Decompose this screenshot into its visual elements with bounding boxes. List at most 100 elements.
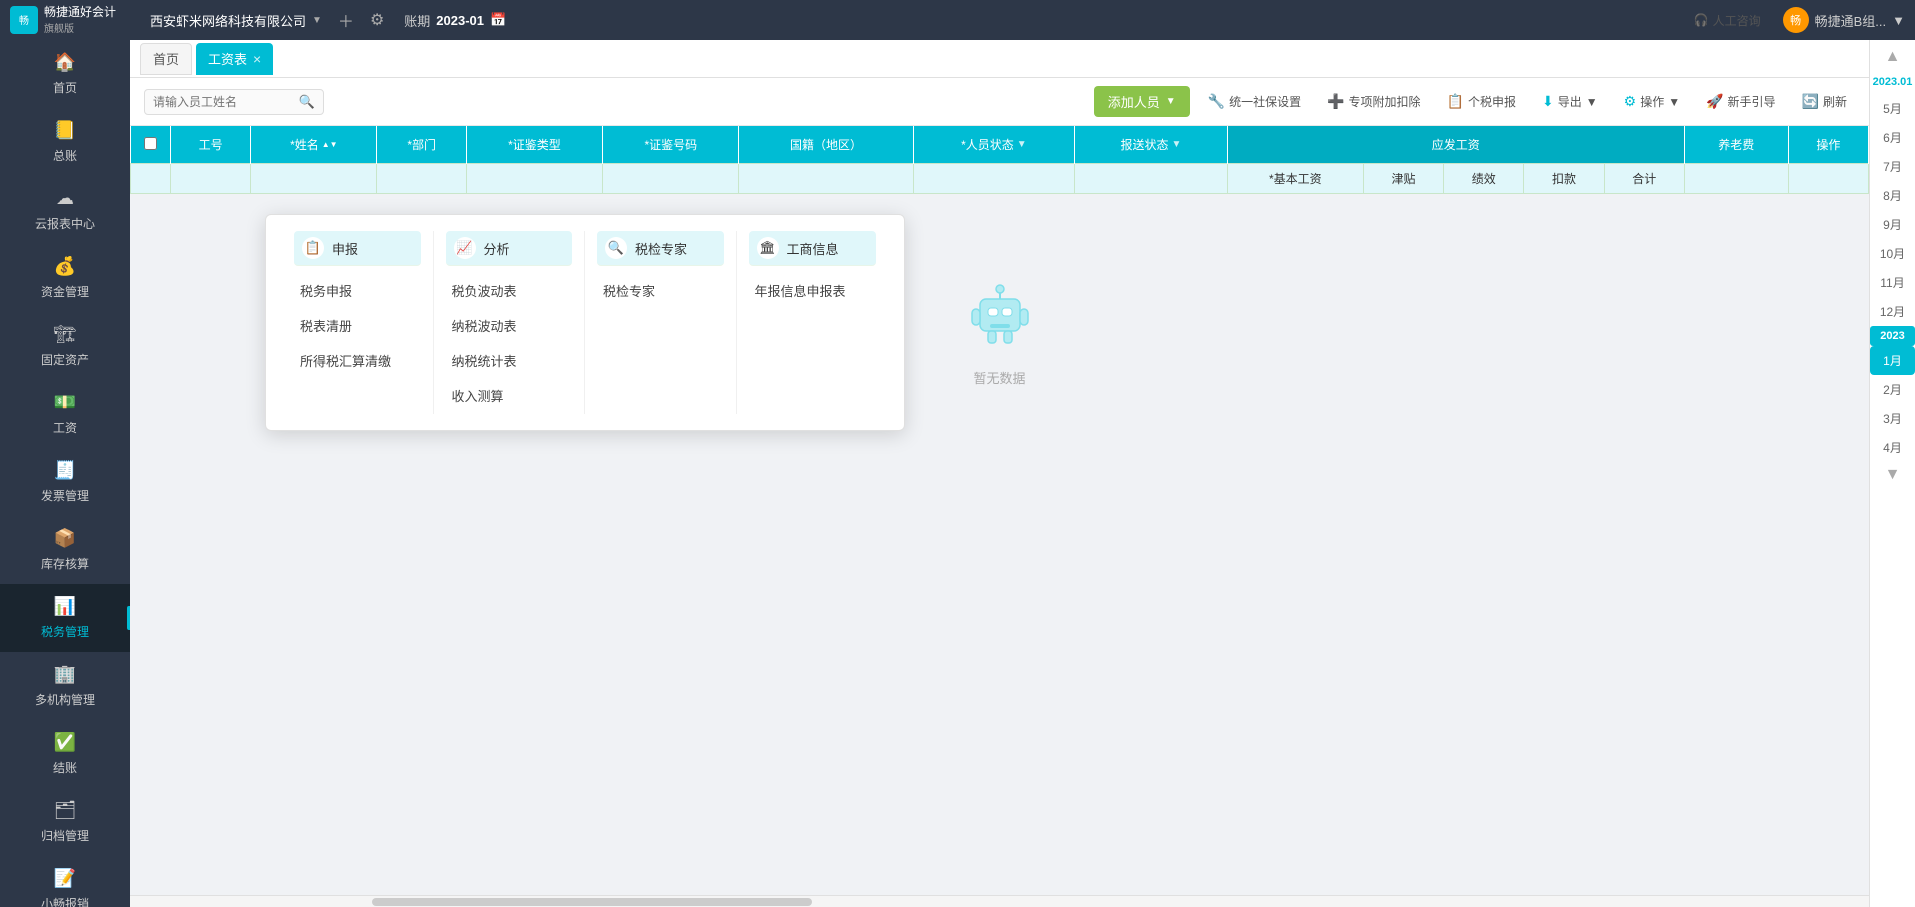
- tabs-bar: 首页 工资表 ×: [130, 40, 1869, 78]
- right-panel-month-3[interactable]: 3月: [1870, 404, 1915, 433]
- ai-service-button[interactable]: 🎧 人工咨询: [1686, 8, 1769, 33]
- status-filter-icon[interactable]: ▼: [1017, 139, 1027, 150]
- user-name: 畅捷通B组...: [1815, 11, 1887, 30]
- top-right-area: 🎧 人工咨询 畅 畅捷通B组... ▼: [1686, 7, 1905, 33]
- right-panel-month-1[interactable]: 1月: [1870, 346, 1915, 375]
- right-panel-month-8[interactable]: 8月: [1870, 181, 1915, 210]
- bottom-scrollbar[interactable]: [130, 895, 1869, 907]
- right-panel-month-9[interactable]: 9月: [1870, 210, 1915, 239]
- social-security-button[interactable]: 🔧 统一社保设置: [1200, 89, 1309, 114]
- analysis-title: 分析: [484, 239, 510, 258]
- right-panel-up-arrow[interactable]: ▲: [1881, 44, 1905, 70]
- menu-item-annual-report[interactable]: 年报信息申报表: [749, 274, 877, 307]
- period-area: 账期 2023-01 📅: [404, 11, 506, 30]
- select-all-checkbox[interactable]: [144, 137, 157, 150]
- operations-button[interactable]: ⚙ 操作 ▼: [1616, 89, 1688, 114]
- sidebar-label-cloud: 云报表中心: [35, 215, 95, 232]
- table-sub-header-row: *基本工资 津贴 绩效 扣款 合计: [131, 164, 1869, 194]
- sidebar-label-fixed: 固定资产: [41, 351, 89, 368]
- sidebar-label-settle: 结账: [53, 759, 77, 776]
- right-panel: ▲ 2023.01 5月 6月 7月 8月 9月 10月 11月 12月 202…: [1869, 40, 1915, 907]
- sidebar-item-home[interactable]: 🏠 首页: [0, 40, 130, 108]
- sidebar-item-inventory[interactable]: 📦 库存核算: [0, 516, 130, 584]
- th-pension-label: 养老费: [1718, 138, 1754, 152]
- guide-nav-icon: 🚀: [1706, 93, 1723, 110]
- report-status-filter-icon[interactable]: ▼: [1171, 139, 1181, 150]
- guide-button[interactable]: 🚀 新手引导: [1698, 89, 1783, 114]
- menu-item-tax-burden[interactable]: 税负波动表: [446, 274, 573, 307]
- sidebar-item-multi[interactable]: 🏢 多机构管理: [0, 652, 130, 720]
- dropdown-col-header-analysis: 📈 分析: [446, 231, 573, 266]
- th-cert-type: *证鉴类型: [466, 126, 602, 164]
- dropdown-col-business: 🏛 工商信息 年报信息申报表: [737, 231, 889, 414]
- right-panel-month-4[interactable]: 4月: [1870, 433, 1915, 462]
- sidebar-item-fixed[interactable]: 🏗 固定资产: [0, 312, 130, 380]
- export-button[interactable]: ⬇ 导出 ▼: [1534, 89, 1606, 114]
- menu-item-tax-declare[interactable]: 税务申报: [294, 274, 421, 307]
- right-panel-month-2[interactable]: 2月: [1870, 375, 1915, 404]
- th-total: 合计: [1604, 164, 1684, 194]
- tab-salary-sheet[interactable]: 工资表 ×: [196, 43, 273, 75]
- settings-button[interactable]: ⚙: [366, 8, 388, 32]
- report-icon: 📝: [54, 868, 76, 889]
- sidebar-item-invoice[interactable]: 🧾 发票管理: [0, 448, 130, 516]
- add-company-button[interactable]: ＋: [334, 6, 358, 34]
- ledger-icon: 📒: [54, 120, 76, 141]
- right-panel-month-7[interactable]: 7月: [1870, 152, 1915, 181]
- right-panel-month-10[interactable]: 10月: [1870, 239, 1915, 268]
- user-area[interactable]: 畅 畅捷通B组... ▼: [1783, 7, 1905, 33]
- th-checkbox[interactable]: [131, 126, 171, 164]
- sidebar-item-fund[interactable]: 💰 资金管理: [0, 244, 130, 312]
- social-security-icon: 🔧: [1208, 93, 1225, 110]
- sidebar-label-home: 首页: [53, 79, 77, 96]
- tab-salary-label: 工资表: [208, 49, 247, 68]
- user-dropdown-arrow: ▼: [1892, 13, 1905, 28]
- th-subsidy-label: 津贴: [1392, 172, 1416, 186]
- add-person-button[interactable]: 添加人员 ▼: [1094, 86, 1190, 117]
- refresh-button[interactable]: 🔄 刷新: [1794, 89, 1855, 114]
- th-hometown: 国籍（地区）: [739, 126, 913, 164]
- table-wrap: 工号 *姓名▲▼ *部门 *证鉴类型 *证鉴号码 国籍（地区） *人员状态▼ 报…: [130, 126, 1869, 895]
- top-header: 畅 畅捷通好会计 旗舰版 西安虾米网络科技有限公司 ▼ ＋ ⚙ 账期 2023-…: [0, 0, 1915, 40]
- right-panel-month-6[interactable]: 6月: [1870, 123, 1915, 152]
- expert-icon: 🔍: [605, 237, 627, 259]
- menu-item-tax-expert[interactable]: 税检专家: [597, 274, 724, 307]
- menu-item-tax-stats[interactable]: 纳税统计表: [446, 344, 573, 377]
- name-sort-arrows[interactable]: ▲▼: [322, 140, 338, 149]
- sidebar-label-multi: 多机构管理: [35, 691, 95, 708]
- tab-salary-close[interactable]: ×: [253, 52, 261, 66]
- right-panel-year-prev: 2023.01: [1871, 70, 1915, 94]
- sidebar-item-report[interactable]: 📝 小畅报销: [0, 856, 130, 907]
- special-deduct-icon: ➕: [1327, 93, 1344, 110]
- sidebar-item-ledger[interactable]: 📒 总账: [0, 108, 130, 176]
- right-panel-month-5[interactable]: 5月: [1870, 94, 1915, 123]
- sidebar-item-cloud[interactable]: ☁ 云报表中心: [0, 176, 130, 244]
- menu-item-income-calc[interactable]: 收入测算: [446, 379, 573, 412]
- th-report-status: 报送状态▼: [1075, 126, 1227, 164]
- company-selector[interactable]: 西安虾米网络科技有限公司 ▼: [150, 11, 322, 30]
- right-panel-down-arrow[interactable]: ▼: [1881, 462, 1905, 488]
- sidebar-item-archive[interactable]: 🗂 归档管理: [0, 788, 130, 856]
- sidebar-item-settle[interactable]: ✅ 结账: [0, 720, 130, 788]
- sidebar-item-salary[interactable]: 💵 工资: [0, 380, 130, 448]
- right-panel-month-11[interactable]: 11月: [1870, 268, 1915, 297]
- menu-item-income-tax-calc[interactable]: 所得税汇算清缴: [294, 344, 421, 377]
- analysis-icon: 📈: [454, 237, 476, 259]
- menu-item-tax-payment[interactable]: 纳税波动表: [446, 309, 573, 342]
- special-deduct-button[interactable]: ➕ 专项附加扣除: [1319, 89, 1428, 114]
- sidebar-item-tax[interactable]: 📊 税务管理: [0, 584, 130, 652]
- business-title: 工商信息: [787, 239, 839, 258]
- main-layout: 🏠 首页 📒 总账 ☁ 云报表中心 💰 资金管理 🏗 固定资产 💵 工资 🧾 发…: [0, 40, 1915, 907]
- right-panel-month-12[interactable]: 12月: [1870, 297, 1915, 326]
- dropdown-col-header-business: 🏛 工商信息: [749, 231, 877, 266]
- sidebar-label-report: 小畅报销: [41, 895, 89, 907]
- table-header-row: 工号 *姓名▲▼ *部门 *证鉴类型 *证鉴号码 国籍（地区） *人员状态▼ 报…: [131, 126, 1869, 164]
- dropdown-col-header-declaration: 📋 申报: [294, 231, 421, 266]
- search-input[interactable]: [153, 95, 293, 109]
- th-cert-no: *证鉴号码: [603, 126, 739, 164]
- menu-item-tax-schedule[interactable]: 税表清册: [294, 309, 421, 342]
- tab-home-label: 首页: [153, 49, 179, 68]
- tab-home[interactable]: 首页: [140, 43, 192, 75]
- calendar-icon[interactable]: 📅: [490, 12, 506, 28]
- personal-tax-button[interactable]: 📋 个税申报: [1439, 89, 1524, 114]
